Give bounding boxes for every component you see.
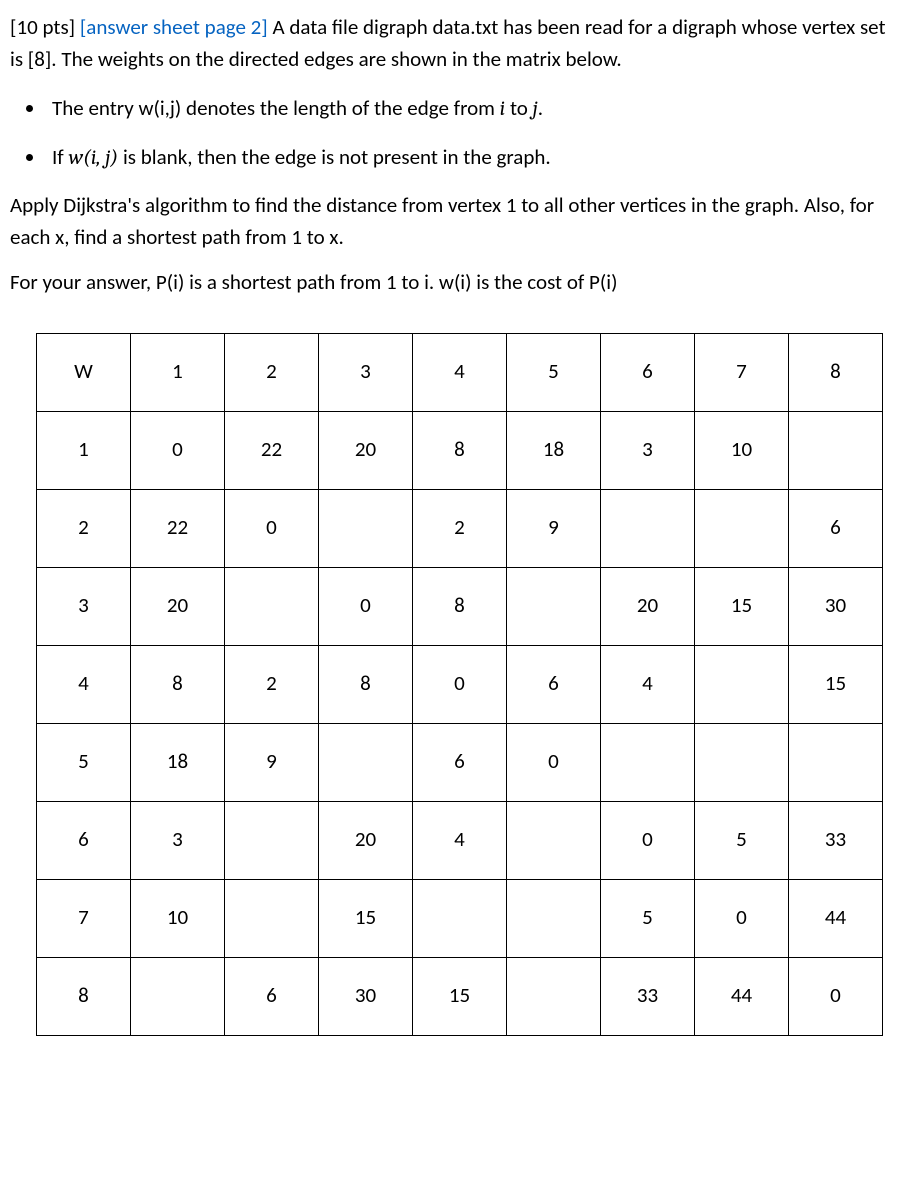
bullet-1-mid: to — [505, 95, 532, 121]
matrix-cell-3-7: 15 — [695, 567, 789, 645]
matrix-cell-7-5 — [507, 879, 601, 957]
matrix-cell-5-4: 6 — [413, 723, 507, 801]
matrix-cell-5-5: 0 — [507, 723, 601, 801]
matrix-cell-8-8: 0 — [789, 957, 883, 1035]
matrix-cell-8-3: 30 — [319, 957, 413, 1035]
matrix-cell-5-7 — [695, 723, 789, 801]
matrix-col-header-8: 8 — [789, 333, 883, 411]
matrix-cell-8-5 — [507, 957, 601, 1035]
matrix-cell-2-8: 6 — [789, 489, 883, 567]
bullet-1-post: . — [538, 95, 543, 121]
matrix-cell-1-3: 20 — [319, 411, 413, 489]
bullet-item-2: If w(i, j) is blank, then the edge is no… — [46, 142, 888, 175]
matrix-cell-4-3: 8 — [319, 645, 413, 723]
matrix-cell-8-7: 44 — [695, 957, 789, 1035]
matrix-cell-4-2: 2 — [225, 645, 319, 723]
matrix-cell-2-1: 22 — [131, 489, 225, 567]
matrix-cell-6-8: 33 — [789, 801, 883, 879]
matrix-cell-7-8: 44 — [789, 879, 883, 957]
answer-sheet-link[interactable]: [answer sheet page 2] — [80, 14, 268, 40]
matrix-cell-3-1: 20 — [131, 567, 225, 645]
matrix-cell-1-6: 3 — [601, 411, 695, 489]
matrix-row-header-2: 2 — [37, 489, 131, 567]
matrix-cell-7-3: 15 — [319, 879, 413, 957]
matrix-cell-6-7: 5 — [695, 801, 789, 879]
para-apply: Apply Dijkstra's algorithm to find the d… — [10, 190, 888, 253]
matrix-corner: W — [37, 333, 131, 411]
matrix-cell-8-6: 33 — [601, 957, 695, 1035]
problem-intro: [10 pts] [answer sheet page 2] A data fi… — [10, 12, 888, 75]
weight-matrix-table: W123456781022208183102220296320082015304… — [36, 333, 883, 1036]
matrix-cell-6-2 — [225, 801, 319, 879]
matrix-cell-4-7 — [695, 645, 789, 723]
matrix-cell-3-2 — [225, 567, 319, 645]
matrix-col-header-3: 3 — [319, 333, 413, 411]
matrix-row-header-4: 4 — [37, 645, 131, 723]
bullet-list: The entry w(i,j) denotes the length of t… — [10, 93, 888, 174]
matrix-cell-3-8: 30 — [789, 567, 883, 645]
matrix-cell-5-6 — [601, 723, 695, 801]
bullet-item-1: The entry w(i,j) denotes the length of t… — [46, 93, 888, 126]
points-label: [10 pts] — [10, 14, 75, 40]
matrix-cell-1-1: 0 — [131, 411, 225, 489]
para-answer: For your answer, P(i) is a shortest path… — [10, 267, 888, 299]
matrix-row-header-3: 3 — [37, 567, 131, 645]
matrix-row-header-8: 8 — [37, 957, 131, 1035]
matrix-cell-1-5: 18 — [507, 411, 601, 489]
matrix-cell-8-2: 6 — [225, 957, 319, 1035]
matrix-cell-5-3 — [319, 723, 413, 801]
matrix-row-header-6: 6 — [37, 801, 131, 879]
matrix-cell-4-8: 15 — [789, 645, 883, 723]
matrix-cell-4-5: 6 — [507, 645, 601, 723]
bullet-2-pre: If — [52, 144, 68, 170]
matrix-col-header-1: 1 — [131, 333, 225, 411]
matrix-col-header-6: 6 — [601, 333, 695, 411]
matrix-cell-3-3: 0 — [319, 567, 413, 645]
matrix-cell-5-2: 9 — [225, 723, 319, 801]
matrix-cell-2-4: 2 — [413, 489, 507, 567]
matrix-cell-7-1: 10 — [131, 879, 225, 957]
matrix-cell-6-4: 4 — [413, 801, 507, 879]
matrix-cell-3-4: 8 — [413, 567, 507, 645]
matrix-cell-6-5 — [507, 801, 601, 879]
matrix-cell-5-8 — [789, 723, 883, 801]
matrix-col-header-5: 5 — [507, 333, 601, 411]
matrix-cell-2-2: 0 — [225, 489, 319, 567]
matrix-row-header-1: 1 — [37, 411, 131, 489]
matrix-cell-8-1 — [131, 957, 225, 1035]
matrix-cell-1-4: 8 — [413, 411, 507, 489]
matrix-cell-3-6: 20 — [601, 567, 695, 645]
matrix-cell-4-1: 8 — [131, 645, 225, 723]
bullet-1-pre: The entry w(i,j) denotes the length of t… — [52, 95, 500, 121]
matrix-cell-3-5 — [507, 567, 601, 645]
matrix-cell-6-3: 20 — [319, 801, 413, 879]
matrix-cell-4-4: 0 — [413, 645, 507, 723]
matrix-cell-8-4: 15 — [413, 957, 507, 1035]
matrix-col-header-2: 2 — [225, 333, 319, 411]
matrix-col-header-4: 4 — [413, 333, 507, 411]
matrix-cell-6-6: 0 — [601, 801, 695, 879]
matrix-cell-1-8 — [789, 411, 883, 489]
matrix-row-header-5: 5 — [37, 723, 131, 801]
matrix-cell-7-4 — [413, 879, 507, 957]
matrix-cell-1-7: 10 — [695, 411, 789, 489]
matrix-cell-7-7: 0 — [695, 879, 789, 957]
matrix-cell-7-2 — [225, 879, 319, 957]
matrix-cell-7-6: 5 — [601, 879, 695, 957]
matrix-cell-2-6 — [601, 489, 695, 567]
matrix-cell-6-1: 3 — [131, 801, 225, 879]
matrix-cell-2-3 — [319, 489, 413, 567]
matrix-row-header-7: 7 — [37, 879, 131, 957]
matrix-col-header-7: 7 — [695, 333, 789, 411]
bullet-2-wij: w(i, j) — [68, 146, 118, 170]
matrix-cell-2-7 — [695, 489, 789, 567]
matrix-cell-1-2: 22 — [225, 411, 319, 489]
matrix-cell-4-6: 4 — [601, 645, 695, 723]
matrix-cell-2-5: 9 — [507, 489, 601, 567]
bullet-2-post: is blank, then the edge is not present i… — [118, 144, 551, 170]
matrix-cell-5-1: 18 — [131, 723, 225, 801]
